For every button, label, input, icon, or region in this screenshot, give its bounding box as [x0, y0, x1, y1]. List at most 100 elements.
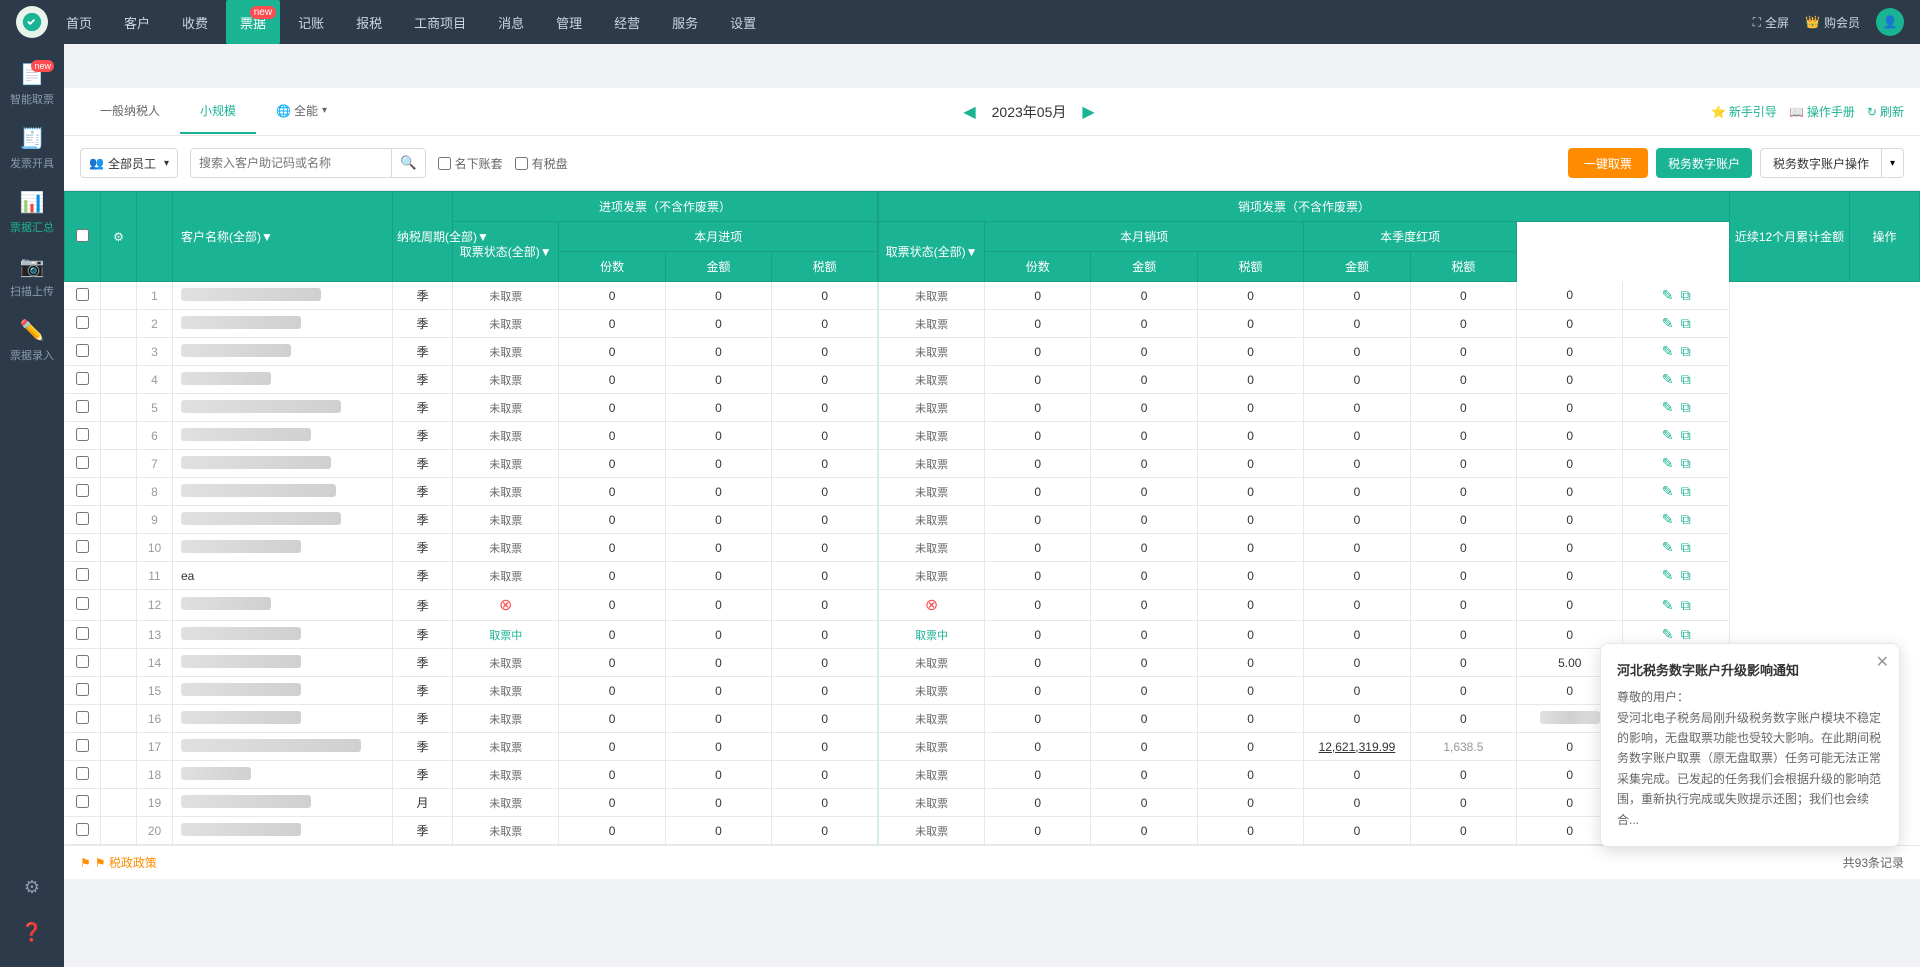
xiamzhangbiao-checkbox[interactable]: [438, 157, 451, 170]
sidebar-item-invoice-open[interactable]: 🧾 发票开具: [0, 116, 64, 180]
notification-close-button[interactable]: ✕: [1876, 652, 1889, 672]
row-out-status-cell[interactable]: 未取票: [878, 310, 984, 338]
row-copy-icon[interactable]: ⧉: [1681, 455, 1691, 471]
row-out-status-cell[interactable]: 未取票: [878, 789, 984, 817]
xiamzhangbiao-checkbox-label[interactable]: 名下账套: [438, 155, 503, 172]
row-out-status-cell[interactable]: 未取票: [878, 282, 984, 310]
row-name-cell[interactable]: [173, 366, 393, 394]
row-name-cell[interactable]: [173, 338, 393, 366]
row-checkbox[interactable]: [76, 456, 89, 469]
row-edit-icon[interactable]: ✎: [1662, 399, 1674, 415]
row-checkbox[interactable]: [76, 540, 89, 553]
row-edit-icon[interactable]: ✎: [1662, 343, 1674, 359]
row-name-cell[interactable]: [173, 394, 393, 422]
row-checkbox[interactable]: [76, 795, 89, 808]
row-out-status-cell[interactable]: 未取票: [878, 562, 984, 590]
sidebar-item-ticket-summary[interactable]: 📊 票据汇总: [0, 180, 64, 244]
shuwu-zhanghao-button[interactable]: 税务数字账户: [1656, 148, 1752, 178]
row-out-status-cell[interactable]: ⊗: [878, 590, 984, 621]
row-in-status-cell[interactable]: ⊗: [453, 590, 559, 621]
row-name-cell[interactable]: [173, 282, 393, 310]
row-select-cell[interactable]: [65, 705, 101, 733]
shuwu-caozuo-arrow-button[interactable]: ▾: [1882, 148, 1904, 178]
row-checkbox[interactable]: [76, 627, 89, 640]
row-checkbox[interactable]: [76, 344, 89, 357]
row-in-status-cell[interactable]: 未取票: [453, 733, 559, 761]
row-edit-icon[interactable]: ✎: [1662, 511, 1674, 527]
row-edit-icon[interactable]: ✎: [1662, 483, 1674, 499]
search-button[interactable]: 🔍: [391, 148, 425, 178]
row-name-cell[interactable]: [173, 621, 393, 649]
row-edit-icon[interactable]: ✎: [1662, 287, 1674, 303]
row-out-status-cell[interactable]: 未取票: [878, 422, 984, 450]
row-out-status-cell[interactable]: 未取票: [878, 366, 984, 394]
row-name-cell[interactable]: [173, 450, 393, 478]
row-edit-icon[interactable]: ✎: [1662, 371, 1674, 387]
row-copy-icon[interactable]: ⧉: [1681, 399, 1691, 415]
row-select-cell[interactable]: [65, 817, 101, 845]
row-checkbox[interactable]: [76, 823, 89, 836]
nav-tax[interactable]: 报税: [342, 0, 396, 44]
row-in-status-cell[interactable]: 未取票: [453, 649, 559, 677]
tab-small-scale[interactable]: 小规模: [180, 90, 256, 134]
row-in-status-cell[interactable]: 未取票: [453, 422, 559, 450]
row-edit-icon[interactable]: ✎: [1662, 455, 1674, 471]
row-name-cell[interactable]: [173, 422, 393, 450]
col-header-out-status[interactable]: 取票状态(全部)▼: [878, 222, 984, 282]
row-edit-icon[interactable]: ✎: [1662, 567, 1674, 583]
row-in-status-cell[interactable]: 未取票: [453, 817, 559, 845]
nav-customer[interactable]: 客户: [110, 0, 164, 44]
shuwu-caozuo-button[interactable]: 税务数字账户操作: [1760, 148, 1882, 178]
youshupan-checkbox-label[interactable]: 有税盘: [515, 155, 568, 172]
sidebar-item-ticket-entry[interactable]: ✏️ 票据录入: [0, 308, 64, 372]
row-checkbox[interactable]: [76, 428, 89, 441]
row-in-status-cell[interactable]: 未取票: [453, 282, 559, 310]
row-select-cell[interactable]: [65, 478, 101, 506]
row-out-status-cell[interactable]: 未取票: [878, 817, 984, 845]
row-checkbox[interactable]: [76, 739, 89, 752]
row-out-status-cell[interactable]: 未取票: [878, 733, 984, 761]
row-select-cell[interactable]: [65, 733, 101, 761]
row-select-cell[interactable]: [65, 789, 101, 817]
row-select-cell[interactable]: [65, 621, 101, 649]
row-edit-icon[interactable]: ✎: [1662, 626, 1674, 642]
row-checkbox[interactable]: [76, 288, 89, 301]
row-select-cell[interactable]: [65, 649, 101, 677]
row-copy-icon[interactable]: ⧉: [1681, 626, 1691, 642]
row-in-status-cell[interactable]: 未取票: [453, 450, 559, 478]
row-in-status-cell[interactable]: 未取票: [453, 761, 559, 789]
tax-policy-link[interactable]: ⚑ ⚑ 税政政策: [80, 854, 157, 871]
nav-ticket[interactable]: 票据 new: [226, 0, 280, 44]
refresh-button[interactable]: ↻ 刷新: [1867, 103, 1904, 120]
row-out-status-cell[interactable]: 未取票: [878, 649, 984, 677]
row-select-cell[interactable]: [65, 394, 101, 422]
row-name-cell[interactable]: [173, 761, 393, 789]
row-out-status-cell[interactable]: 未取票: [878, 338, 984, 366]
row-checkbox[interactable]: [76, 512, 89, 525]
row-copy-icon[interactable]: ⧉: [1681, 483, 1691, 499]
sidebar-item-smart-ticket[interactable]: 📄 智能取票 new: [0, 52, 64, 116]
row-checkbox[interactable]: [76, 767, 89, 780]
row-name-cell[interactable]: [173, 310, 393, 338]
row-out-status-cell[interactable]: 未取票: [878, 394, 984, 422]
row-select-cell[interactable]: [65, 562, 101, 590]
nav-settings[interactable]: 设置: [716, 0, 770, 44]
row-checkbox[interactable]: [76, 316, 89, 329]
row-in-status-cell[interactable]: 未取票: [453, 534, 559, 562]
row-copy-icon[interactable]: ⧉: [1681, 597, 1691, 613]
manual-button[interactable]: 📖 操作手册: [1789, 103, 1855, 120]
yijian-piao-button[interactable]: 一键取票: [1568, 148, 1648, 178]
nav-manage[interactable]: 管理: [542, 0, 596, 44]
sidebar-item-scan-upload[interactable]: 📷 扫描上传: [0, 244, 64, 308]
row-name-cell[interactable]: [173, 506, 393, 534]
row-checkbox[interactable]: [76, 372, 89, 385]
row-in-status-cell[interactable]: 未取票: [453, 366, 559, 394]
row-name-cell[interactable]: [173, 677, 393, 705]
select-all-checkbox[interactable]: [76, 229, 89, 242]
row-select-cell[interactable]: [65, 282, 101, 310]
row-checkbox[interactable]: [76, 683, 89, 696]
row-edit-icon[interactable]: ✎: [1662, 597, 1674, 613]
row-select-cell[interactable]: [65, 506, 101, 534]
row-out-status-cell[interactable]: 未取票: [878, 677, 984, 705]
row-edit-icon[interactable]: ✎: [1662, 315, 1674, 331]
